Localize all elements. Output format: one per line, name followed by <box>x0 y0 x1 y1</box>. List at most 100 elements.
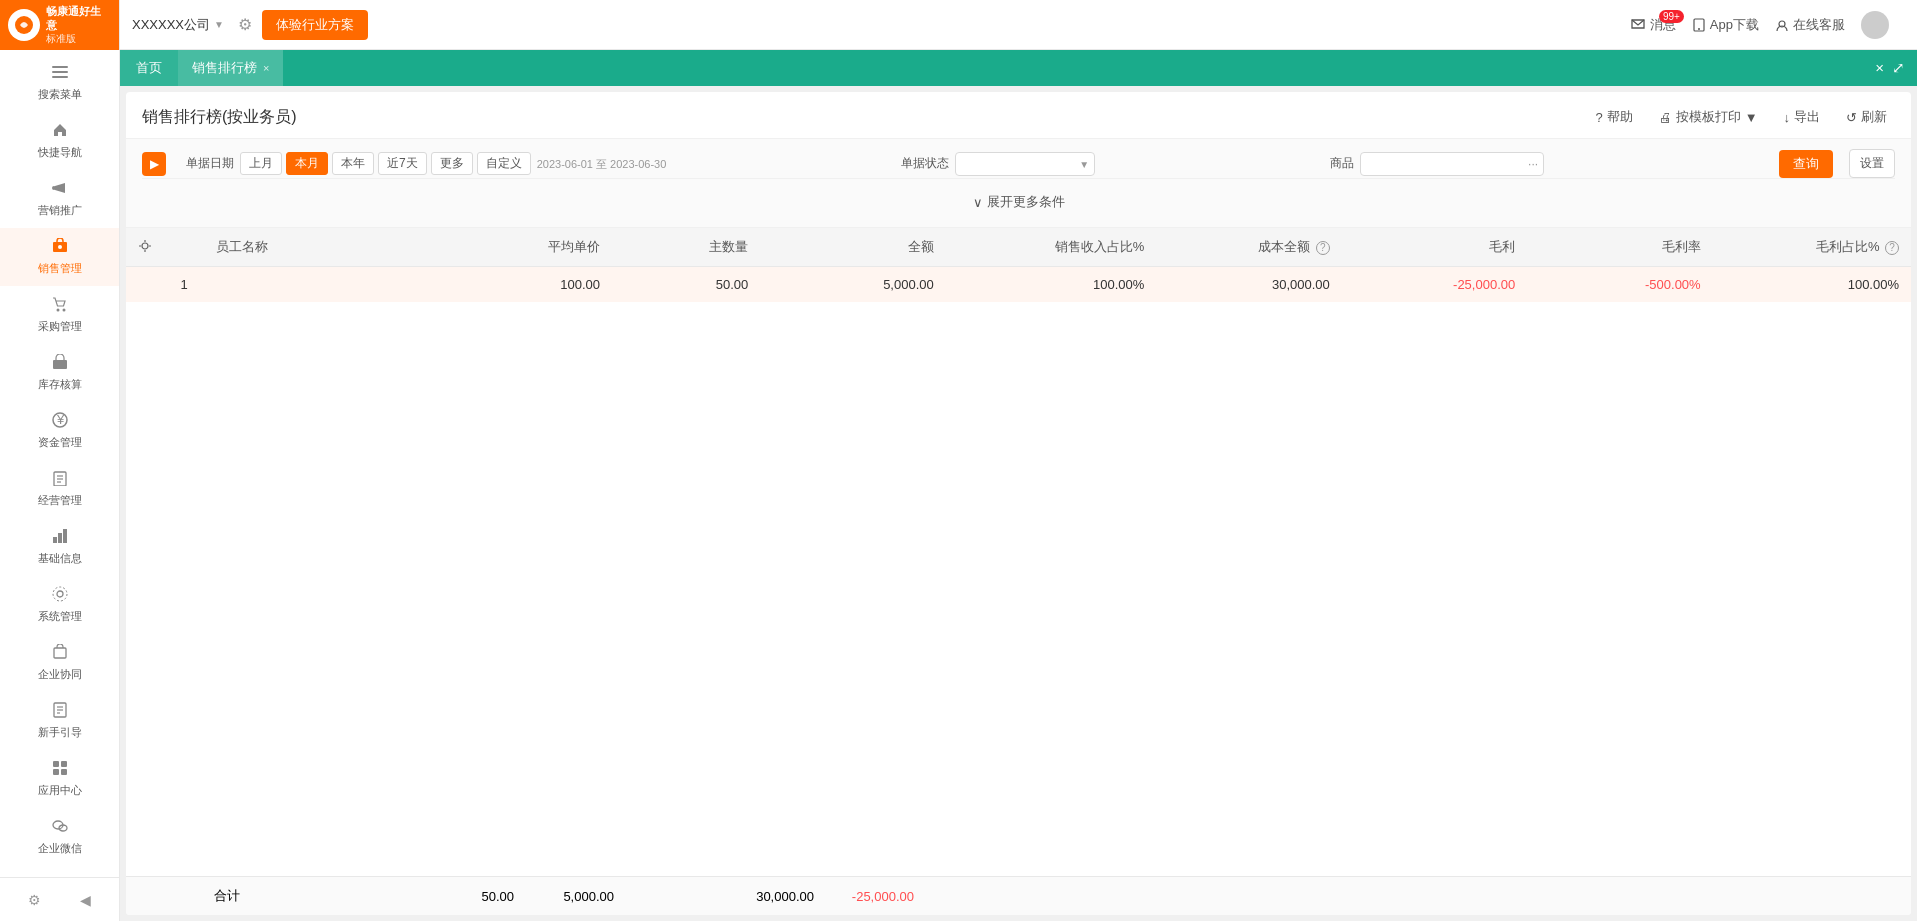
sidebar-item-label-wechat: 企业微信 <box>38 841 82 856</box>
sidebar-item-purchase[interactable]: 采购管理 <box>0 286 119 344</box>
purchase-icon <box>52 296 68 316</box>
col-avg-price: 平均单价 <box>427 228 612 267</box>
print-dropdown-icon: ▼ <box>1745 110 1758 125</box>
apps-icon <box>52 760 68 780</box>
tab-close-icon[interactable]: × <box>263 62 269 74</box>
expand-conditions-row: ∨ 展开更多条件 <box>142 178 1895 217</box>
help-btn[interactable]: ? 帮助 <box>1587 104 1640 130</box>
row-margin: -500.00% <box>1527 267 1712 303</box>
settings-btn[interactable]: 设置 <box>1849 149 1895 178</box>
sidebar-item-label-shortcut: 快捷导航 <box>38 145 82 160</box>
tab-actions: × ⤢ <box>1863 59 1917 77</box>
grosspct-help-icon[interactable]: ? <box>1885 241 1899 255</box>
member-icon <box>52 876 68 877</box>
cost-help-icon[interactable]: ? <box>1316 241 1330 255</box>
tab-sales-ranking-label: 销售排行榜 <box>192 59 257 77</box>
col-margin: 毛利率 <box>1527 228 1712 267</box>
logo-sub: 标准版 <box>46 32 111 46</box>
sidebar-settings-btn[interactable]: ⚙ <box>28 892 41 908</box>
tabbar: 首页 销售排行榜 × × ⤢ <box>120 50 1917 86</box>
marketing-icon <box>52 180 68 200</box>
svg-rect-27 <box>61 761 67 767</box>
svg-point-6 <box>58 245 62 249</box>
sidebar-item-basic[interactable]: 基础信息 <box>0 518 119 576</box>
company-dropdown-icon: ▼ <box>214 19 224 30</box>
expand-conditions-btn[interactable]: ∨ 展开更多条件 <box>973 193 1065 211</box>
sidebar-item-system[interactable]: 系统管理 <box>0 576 119 634</box>
svg-point-35 <box>142 243 148 249</box>
sidebar-item-label-corp: 企业协同 <box>38 667 82 682</box>
message-btn[interactable]: 消息 99+ <box>1630 16 1676 34</box>
app-download-btn[interactable]: App下载 <box>1692 16 1759 34</box>
sidebar-item-wechat[interactable]: 企业微信 <box>0 808 119 866</box>
company-name: XXXXXX公司 <box>132 16 210 34</box>
sidebar-item-apps[interactable]: 应用中心 <box>0 750 119 808</box>
guide-icon <box>52 702 68 722</box>
sidebar-item-shortcut[interactable]: 快捷导航 <box>0 112 119 170</box>
status-select-container: ▼ <box>955 152 1095 176</box>
svg-point-19 <box>57 591 63 597</box>
logo-name: 畅康通好生意 <box>46 4 111 33</box>
sidebar-item-label-guide: 新手引导 <box>38 725 82 740</box>
date-year-btn[interactable]: 本年 <box>332 152 374 175</box>
sidebar-item-search[interactable]: 搜索菜单 <box>0 54 119 112</box>
user-avatar[interactable] <box>1861 11 1889 39</box>
date-7days-btn[interactable]: 近7天 <box>378 152 427 175</box>
svg-rect-1 <box>52 66 68 68</box>
sidebar-item-corp[interactable]: 企业协同 <box>0 634 119 692</box>
sidebar-item-guide[interactable]: 新手引导 <box>0 692 119 750</box>
print-label: 按模板打印 <box>1676 108 1741 126</box>
table-row: 1 100.00 50.00 5,000.00 <box>126 267 1911 303</box>
export-btn[interactable]: ↓ 导出 <box>1776 104 1829 130</box>
online-service-btn[interactable]: 在线客服 <box>1775 16 1845 34</box>
expand-down-icon: ∨ <box>973 195 983 210</box>
refresh-btn[interactable]: ↺ 刷新 <box>1838 104 1895 130</box>
trial-btn[interactable]: 体验行业方案 <box>262 10 368 40</box>
topbar-right: 消息 99+ App下载 在线客服 <box>1630 11 1905 39</box>
export-icon: ↓ <box>1784 110 1791 125</box>
topbar-settings-icon[interactable]: ⚙ <box>238 15 252 34</box>
sidebar-item-sales[interactable]: 销售管理 <box>0 228 119 286</box>
sidebar-item-label-apps: 应用中心 <box>38 783 82 798</box>
svg-rect-3 <box>52 76 68 78</box>
table-header-row: 员工名称 平均单价 主数量 全额 销售收入占比% <box>126 228 1911 267</box>
date-prev-month-btn[interactable]: 上月 <box>240 152 282 175</box>
main-area: XXXXXX公司 ▼ ⚙ 体验行业方案 消息 99+ App下载 在线客服 <box>120 0 1917 921</box>
tab-home[interactable]: 首页 <box>120 50 178 86</box>
date-range-text: 2023-06-01 至 2023-06-30 <box>537 157 667 172</box>
row-gross-pct: 100.00% <box>1713 267 1911 303</box>
footer-qty: 50.00 <box>434 889 514 904</box>
svg-rect-17 <box>58 533 62 543</box>
query-btn[interactable]: 查询 <box>1779 150 1833 178</box>
sidebar-item-member[interactable]: 畅会员 <box>0 866 119 877</box>
svg-rect-9 <box>53 360 67 369</box>
wechat-icon <box>52 818 68 838</box>
tab-sales-ranking[interactable]: 销售排行榜 × <box>178 50 283 86</box>
tab-expand-btn[interactable]: ⤢ <box>1892 59 1905 77</box>
status-filter-group: 单据状态 ▼ <box>901 152 1095 176</box>
date-custom-btn[interactable]: 自定义 <box>477 152 531 175</box>
col-sales-pct: 销售收入占比% <box>946 228 1157 267</box>
filter-toggle[interactable]: ▶ <box>142 152 166 176</box>
tab-close-window-btn[interactable]: × <box>1875 59 1884 77</box>
expand-conditions-label: 展开更多条件 <box>987 193 1065 211</box>
date-curr-month-btn[interactable]: 本月 <box>286 152 328 175</box>
sales-icon <box>52 238 68 258</box>
status-select[interactable] <box>955 152 1095 176</box>
sidebar-item-finance[interactable]: ¥ 资金管理 <box>0 402 119 460</box>
col-settings[interactable] <box>126 228 164 267</box>
goods-input[interactable] <box>1360 152 1544 176</box>
company-selector[interactable]: XXXXXX公司 ▼ <box>132 16 224 34</box>
operations-icon <box>52 470 68 490</box>
sidebar-item-marketing[interactable]: 营销推广 <box>0 170 119 228</box>
content-area: 销售排行榜(按业务员) ? 帮助 🖨 按模板打印 ▼ ↓ 导出 ↺ 刷新 <box>126 92 1911 915</box>
sidebar-collapse-btn[interactable]: ◀ <box>80 892 91 908</box>
sidebar-item-operations[interactable]: 经营管理 <box>0 460 119 518</box>
footer-cost: 30,000.00 <box>714 889 814 904</box>
sidebar-item-inventory[interactable]: 库存核算 <box>0 344 119 402</box>
print-btn[interactable]: 🖨 按模板打印 ▼ <box>1651 104 1766 130</box>
filter-expand-icon[interactable]: ▶ <box>142 152 166 176</box>
page-header: 销售排行榜(按业务员) ? 帮助 🖨 按模板打印 ▼ ↓ 导出 ↺ 刷新 <box>126 92 1911 139</box>
date-more-btn[interactable]: 更多 <box>431 152 473 175</box>
footer-gross: -25,000.00 <box>814 889 914 904</box>
